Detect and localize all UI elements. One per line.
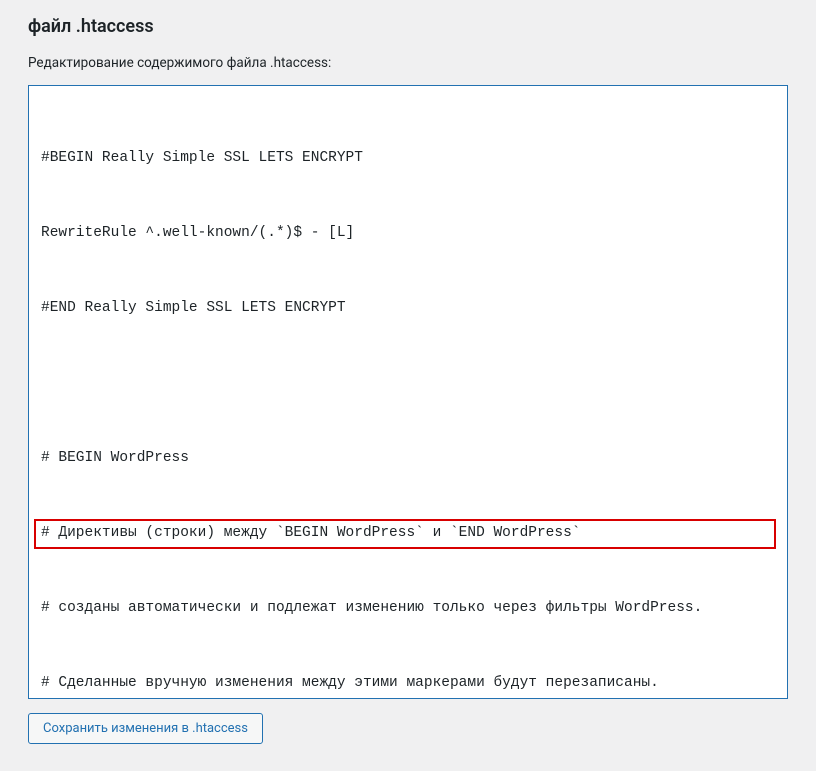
page-title: файл .htaccess [28,16,788,37]
save-htaccess-button[interactable]: Сохранить изменения в .htaccess [28,713,263,744]
code-line: # Сделанные вручную изменения между этим… [41,671,775,696]
editor-description: Редактирование содержимого файла .htacce… [28,55,788,71]
code-line: RewriteRule ^.well-known/(.*)$ - [L] [41,221,775,246]
code-line [41,371,775,396]
code-line: # созданы автоматически и подлежат измен… [41,596,775,621]
code-line: #BEGIN Really Simple SSL LETS ENCRYPT [41,146,775,171]
htaccess-editor[interactable]: #BEGIN Really Simple SSL LETS ENCRYPT Re… [28,85,788,699]
code-line: # BEGIN WordPress [41,446,775,471]
code-line: #END Really Simple SSL LETS ENCRYPT [41,296,775,321]
code-line: # Директивы (строки) между `BEGIN WordPr… [41,521,775,546]
